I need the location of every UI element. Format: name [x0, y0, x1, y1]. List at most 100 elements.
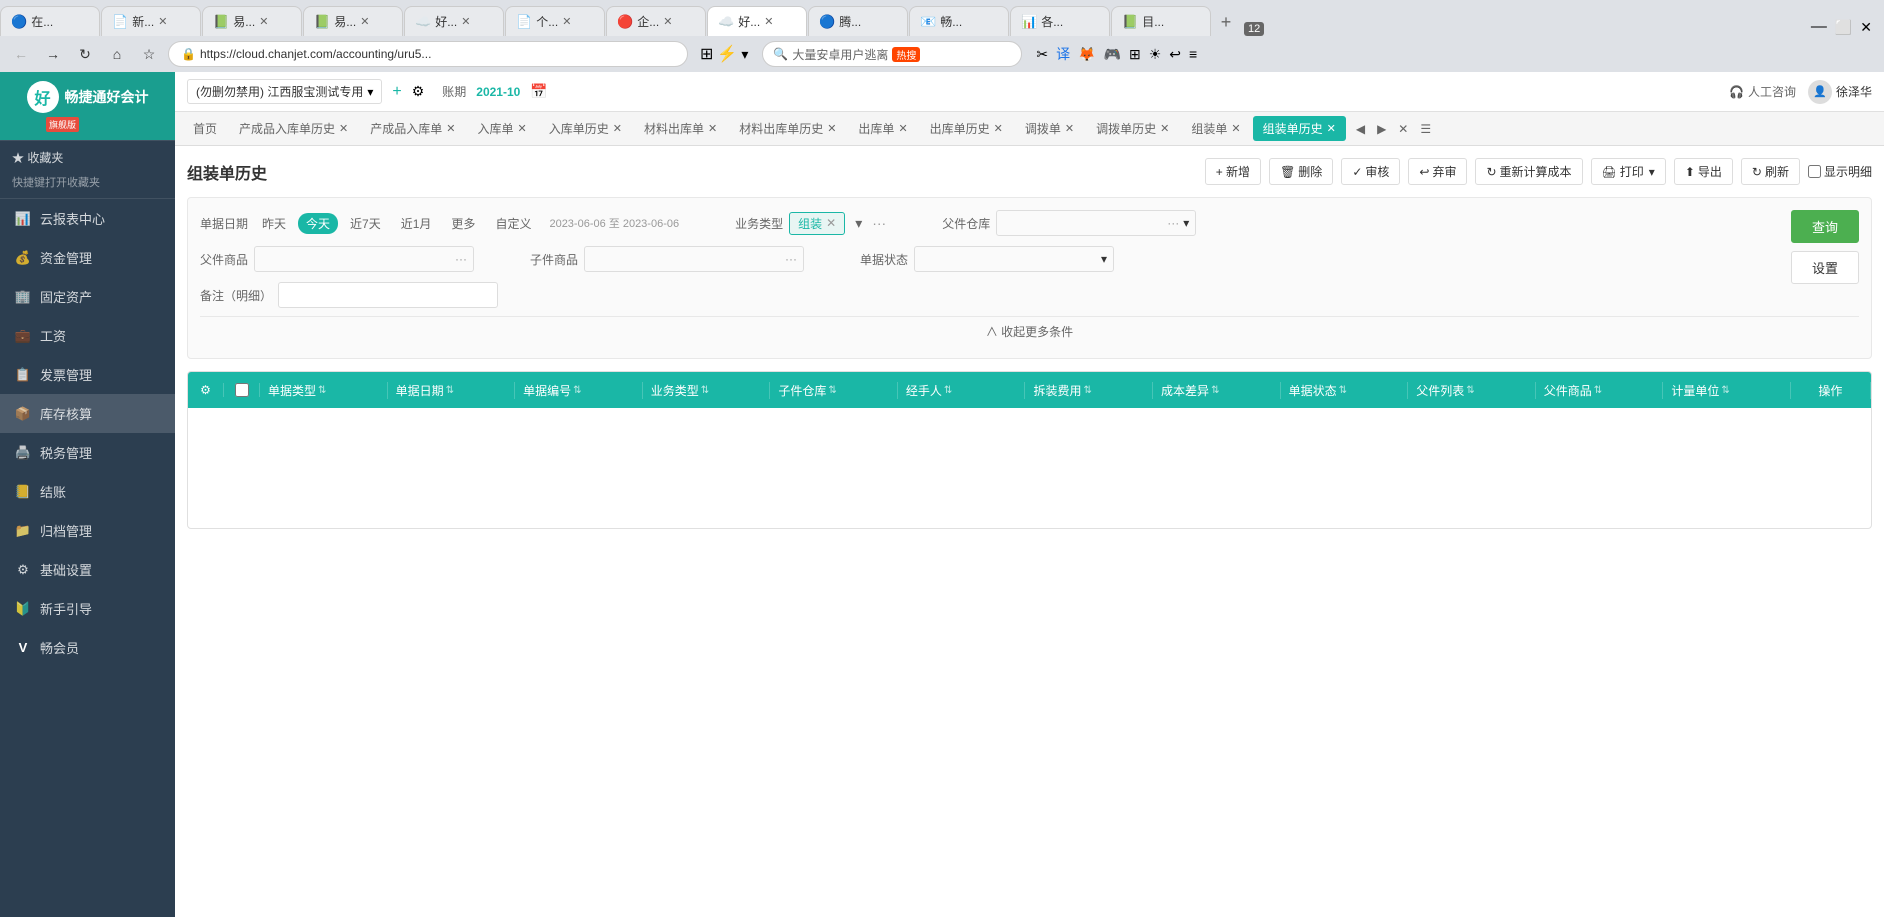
close-tab-assembly-history[interactable]: ✕ [1327, 122, 1336, 135]
date-more[interactable]: 更多 [443, 213, 483, 234]
bill-status-dropdown-icon[interactable]: ▾ [1101, 252, 1107, 266]
fox-icon[interactable]: 🦊 [1078, 46, 1095, 63]
company-settings-icon[interactable]: ⚙ [412, 83, 425, 100]
sidebar-item-cloud-report[interactable]: 📊 云报表中心 [0, 199, 175, 238]
delete-button[interactable]: 🗑 删除 [1269, 158, 1333, 185]
parent-goods-dropdown[interactable]: ··· [254, 246, 474, 272]
browser-tab-11[interactable]: 📊 各... [1010, 6, 1110, 36]
sidebar-item-member[interactable]: V 畅会员 [0, 628, 175, 667]
help-button[interactable]: 🎧 人工咨询 [1729, 83, 1796, 100]
app-tab-material-outbound[interactable]: 材料出库单 ✕ [634, 116, 727, 141]
sidebar-item-archive[interactable]: 📁 归档管理 [0, 511, 175, 550]
app-tab-transfer[interactable]: 调拨单 ✕ [1015, 116, 1084, 141]
dropdown-icon[interactable]: ▾ [741, 46, 748, 63]
close-tab-inbound[interactable]: ✕ [518, 122, 527, 135]
close-tab-material-outbound-history[interactable]: ✕ [827, 122, 836, 135]
browser-tab-6[interactable]: 📄 个... ✕ [505, 6, 605, 36]
app-tab-product-inbound[interactable]: 产成品入库单 ✕ [360, 116, 465, 141]
back-button[interactable]: ← [8, 41, 34, 67]
tab-close-2[interactable]: ✕ [158, 15, 167, 28]
th-cost-diff[interactable]: 成本差异 ⇅ [1153, 382, 1281, 399]
select-all-checkbox[interactable] [235, 383, 249, 397]
maximize-button[interactable]: ⬜ [1835, 19, 1852, 36]
sidebar-item-fixed-assets[interactable]: 🏢 固定资产 [0, 277, 175, 316]
child-goods-dropdown[interactable]: ··· [584, 246, 804, 272]
date-7days[interactable]: 近7天 [342, 213, 389, 234]
undo-icon[interactable]: ↩ [1169, 46, 1181, 63]
date-today[interactable]: 今天 [298, 213, 338, 234]
th-bill-date[interactable]: 单据日期 ⇅ [388, 382, 516, 399]
add-company-button[interactable]: + [392, 83, 401, 101]
display-detail-input[interactable] [1808, 165, 1821, 178]
close-button[interactable]: ✕ [1860, 19, 1872, 36]
browser-tab-10[interactable]: 📧 畅... [909, 6, 1009, 36]
close-tab-outbound-history[interactable]: ✕ [994, 122, 1003, 135]
date-1month[interactable]: 近1月 [393, 213, 440, 234]
sidebar-favorites[interactable]: ★ 收藏夹 [0, 141, 175, 174]
tag-close-button[interactable]: ✕ [826, 216, 836, 230]
tab-close-4[interactable]: ✕ [360, 15, 369, 28]
remark-input[interactable] [278, 282, 498, 308]
close-tab-transfer[interactable]: ✕ [1065, 122, 1074, 135]
grid-icon[interactable]: ⊞ [700, 44, 713, 64]
app-tab-product-inbound-history[interactable]: 产成品入库单历史 ✕ [229, 116, 358, 141]
sidebar-item-closing[interactable]: 📒 结账 [0, 472, 175, 511]
url-bar[interactable]: 🔒 https://cloud.chanjet.com/accounting/u… [168, 41, 688, 67]
bill-status-dropdown[interactable]: ▾ [914, 246, 1114, 272]
add-button[interactable]: + 新增 [1205, 158, 1261, 185]
sidebar-item-invoice[interactable]: 📋 发票管理 [0, 355, 175, 394]
tab-close-7[interactable]: ✕ [663, 15, 672, 28]
date-yesterday[interactable]: 昨天 [254, 213, 294, 234]
browser-tab-7[interactable]: 🔴 企... ✕ [606, 6, 706, 36]
print-button[interactable]: 🖨 打印 ▾ [1591, 158, 1666, 185]
tab-close-5[interactable]: ✕ [461, 15, 470, 28]
th-settings[interactable]: ⚙ [188, 383, 224, 397]
company-selector[interactable]: (勿删勿禁用) 江西服宝测试专用 ▾ [187, 79, 382, 104]
parent-warehouse-dots[interactable]: ··· [1167, 216, 1179, 230]
tab-close-3[interactable]: ✕ [259, 15, 268, 28]
tab-scroll-right[interactable]: ▶ [1373, 120, 1390, 138]
sidebar-item-payroll[interactable]: 💼 工资 [0, 316, 175, 355]
app-tab-inbound[interactable]: 入库单 ✕ [467, 116, 536, 141]
query-button[interactable]: 查询 [1791, 210, 1859, 243]
browser-tab-3[interactable]: 📗 易... ✕ [202, 6, 302, 36]
th-bill-no[interactable]: 单据编号 ⇅ [515, 382, 643, 399]
close-tab-product-inbound-history[interactable]: ✕ [339, 122, 348, 135]
date-custom[interactable]: 自定义 [487, 213, 539, 234]
tab-scroll-left[interactable]: ◀ [1352, 120, 1369, 138]
close-tab-assembly[interactable]: ✕ [1231, 122, 1240, 135]
child-goods-dots[interactable]: ··· [785, 252, 797, 266]
parent-warehouse-dropdown-icon[interactable]: ▾ [1183, 216, 1189, 230]
forward-button[interactable]: → [40, 41, 66, 67]
menu-icon[interactable]: ≡ [1189, 46, 1197, 62]
sidebar-item-guide[interactable]: 🔰 新手引导 [0, 589, 175, 628]
browser-tab-8[interactable]: ☁️ 好... ✕ [707, 6, 807, 36]
close-tab-outbound[interactable]: ✕ [898, 122, 907, 135]
home-button[interactable]: ⌂ [104, 41, 130, 67]
app-tab-material-outbound-history[interactable]: 材料出库单历史 ✕ [729, 116, 846, 141]
browser-tab-5[interactable]: ☁️ 好... ✕ [404, 6, 504, 36]
tab-more-options[interactable]: ☰ [1416, 120, 1435, 138]
refresh-button[interactable]: ↻ 刷新 [1741, 158, 1800, 185]
browser-tab-2[interactable]: 📄 新... ✕ [101, 6, 201, 36]
close-tab-transfer-history[interactable]: ✕ [1160, 122, 1169, 135]
app-tab-home[interactable]: 首页 [183, 116, 227, 141]
setup-button[interactable]: 设置 [1791, 251, 1859, 284]
th-bill-status[interactable]: 单据状态 ⇅ [1281, 382, 1409, 399]
browser-tab-1[interactable]: 🔵 在... [0, 6, 100, 36]
abandon-button[interactable]: ↩ 弃审 [1408, 158, 1467, 185]
scissors-icon[interactable]: ✂ [1036, 46, 1048, 63]
tab-close-all[interactable]: ✕ [1394, 120, 1412, 138]
browser-tab-12[interactable]: 📗 目... [1111, 6, 1211, 36]
print-dropdown-icon[interactable]: ▾ [1649, 165, 1655, 179]
display-detail-checkbox[interactable]: 显示明细 [1808, 163, 1872, 180]
export-button[interactable]: ⬆ 导出 [1674, 158, 1733, 185]
translate-icon[interactable]: 译 [1056, 44, 1070, 64]
close-tab-material-outbound[interactable]: ✕ [708, 122, 717, 135]
minimize-button[interactable]: — [1811, 18, 1827, 36]
sidebar-item-settings[interactable]: ⚙ 基础设置 [0, 550, 175, 589]
new-tab-button[interactable]: + [1212, 8, 1240, 36]
bookmark-button[interactable]: ☆ [136, 41, 162, 67]
user-avatar[interactable]: 👤 徐泽华 [1808, 80, 1872, 104]
business-type-dropdown[interactable]: ▾ [855, 215, 862, 232]
